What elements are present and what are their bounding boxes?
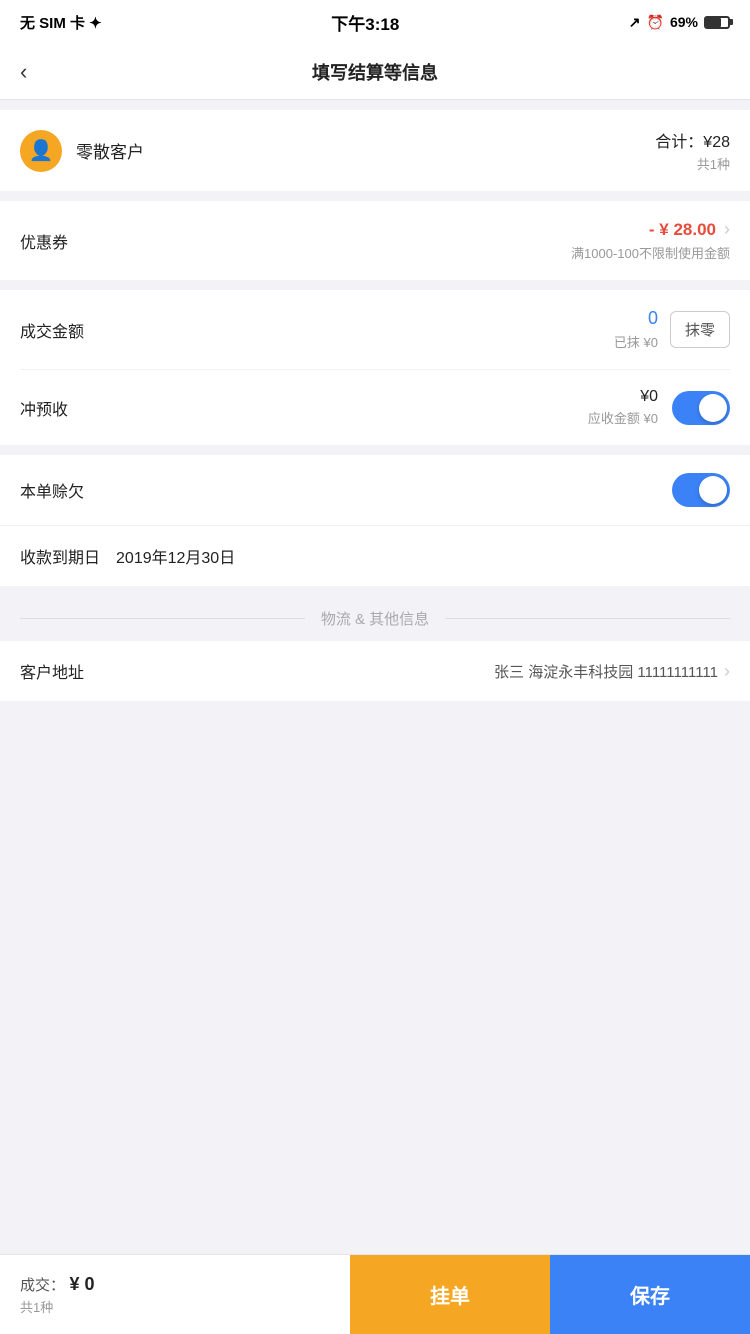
coupon-desc: 满1000-100不限制使用金额: [571, 243, 730, 262]
address-right: 张三 海淀永丰科技园 11111111111 ›: [494, 661, 730, 682]
customer-total: 合计：¥28: [655, 128, 730, 152]
debt-section: 本单赊欠: [0, 455, 750, 525]
debt-toggle[interactable]: [672, 473, 730, 507]
bottom-deal-label: 成交：: [20, 1277, 65, 1294]
avatar-icon: 👤: [29, 138, 54, 163]
status-bar: 无 SIM 卡 ✦ 下午3:18 ↗ ⏰ 69%: [0, 0, 750, 44]
address-label: 客户地址: [20, 659, 84, 683]
transaction-section: 成交金额 0 已抹 ¥0 抹零 冲预收 ¥0 应收金额 ¥0: [0, 290, 750, 445]
coupon-section[interactable]: 优惠券 - ¥ 28.00 › 满1000-100不限制使用金额: [0, 201, 750, 280]
location-icon: ↗: [629, 14, 641, 31]
customer-name: 零散客户: [76, 138, 144, 163]
status-time: 下午3:18: [331, 10, 399, 35]
coupon-right: - ¥ 28.00 › 满1000-100不限制使用金额: [571, 219, 730, 262]
page-title: 填写结算等信息: [312, 59, 438, 85]
debt-label: 本单赊欠: [20, 478, 84, 502]
duedate-value: 2019年12月30日: [116, 544, 235, 568]
prereceive-row: 冲预收 ¥0 应收金额 ¥0: [20, 370, 730, 445]
customer-right: 合计：¥28 共1种: [655, 128, 730, 173]
status-left: 无 SIM 卡 ✦: [20, 12, 102, 33]
status-right: ↗ ⏰ 69%: [629, 14, 730, 31]
duedate-label: 收款到期日: [20, 544, 100, 568]
address-section[interactable]: 客户地址 张三 海淀永丰科技园 11111111111 ›: [0, 641, 750, 701]
prereceive-label: 冲预收: [20, 396, 68, 420]
prereceive-right: ¥0 应收金额 ¥0: [588, 388, 730, 427]
back-button[interactable]: ‹: [20, 59, 27, 85]
save-button[interactable]: 保存: [550, 1255, 750, 1334]
duedate-section: 收款到期日 2019年12月30日: [0, 525, 750, 586]
battery-icon: [704, 16, 730, 29]
logistics-label: 物流 & 其他信息: [305, 608, 445, 629]
battery-percent: 69%: [670, 14, 698, 30]
bottom-deal-row: 成交： ¥ 0: [20, 1274, 330, 1295]
coupon-discount: - ¥ 28.00: [649, 220, 716, 240]
prereceive-amounts: ¥0 应收金额 ¥0: [588, 388, 658, 427]
divider-line-right: [445, 618, 730, 619]
bottom-bar: 成交： ¥ 0 共1种 挂单 保存: [0, 1254, 750, 1334]
alarm-icon: ⏰: [647, 14, 664, 31]
bottom-count: 共1种: [20, 1297, 330, 1316]
duedate-row: 收款到期日 2019年12月30日: [20, 544, 730, 568]
address-value: 张三 海淀永丰科技园 11111111111: [494, 661, 718, 682]
content: 👤 零散客户 合计：¥28 共1种 优惠券 - ¥ 28.00 › 满1000-…: [0, 110, 750, 781]
amount-sub: 已抹 ¥0: [614, 332, 658, 351]
debt-toggle-knob: [699, 476, 727, 504]
bottom-deal-amount: ¥ 0: [69, 1274, 94, 1294]
customer-count: 共1种: [655, 154, 730, 173]
coupon-label: 优惠券: [20, 229, 68, 253]
prereceive-main: ¥0: [588, 388, 658, 406]
nav-bar: ‹ 填写结算等信息: [0, 44, 750, 100]
customer-section: 👤 零散客户 合计：¥28 共1种: [0, 110, 750, 191]
chevron-right-icon: ›: [724, 219, 730, 240]
customer-left: 👤 零散客户: [20, 130, 144, 172]
hold-button[interactable]: 挂单: [350, 1255, 550, 1334]
logistics-divider: 物流 & 其他信息: [0, 596, 750, 641]
bottom-left: 成交： ¥ 0 共1种: [0, 1274, 350, 1316]
prereceive-toggle[interactable]: [672, 391, 730, 425]
sim-label: 无 SIM 卡 ✦: [20, 12, 102, 33]
divider-line-left: [20, 618, 305, 619]
address-chevron-icon: ›: [724, 661, 730, 682]
amount-value: 0: [614, 308, 658, 329]
avatar: 👤: [20, 130, 62, 172]
toggle-knob: [699, 394, 727, 422]
prereceive-sub: 应收金额 ¥0: [588, 408, 658, 427]
amount-row: 成交金额 0 已抹 ¥0 抹零: [20, 290, 730, 370]
amount-label: 成交金额: [20, 318, 84, 342]
amount-right: 0 已抹 ¥0 抹零: [614, 308, 730, 351]
round-off-button[interactable]: 抹零: [670, 311, 730, 348]
